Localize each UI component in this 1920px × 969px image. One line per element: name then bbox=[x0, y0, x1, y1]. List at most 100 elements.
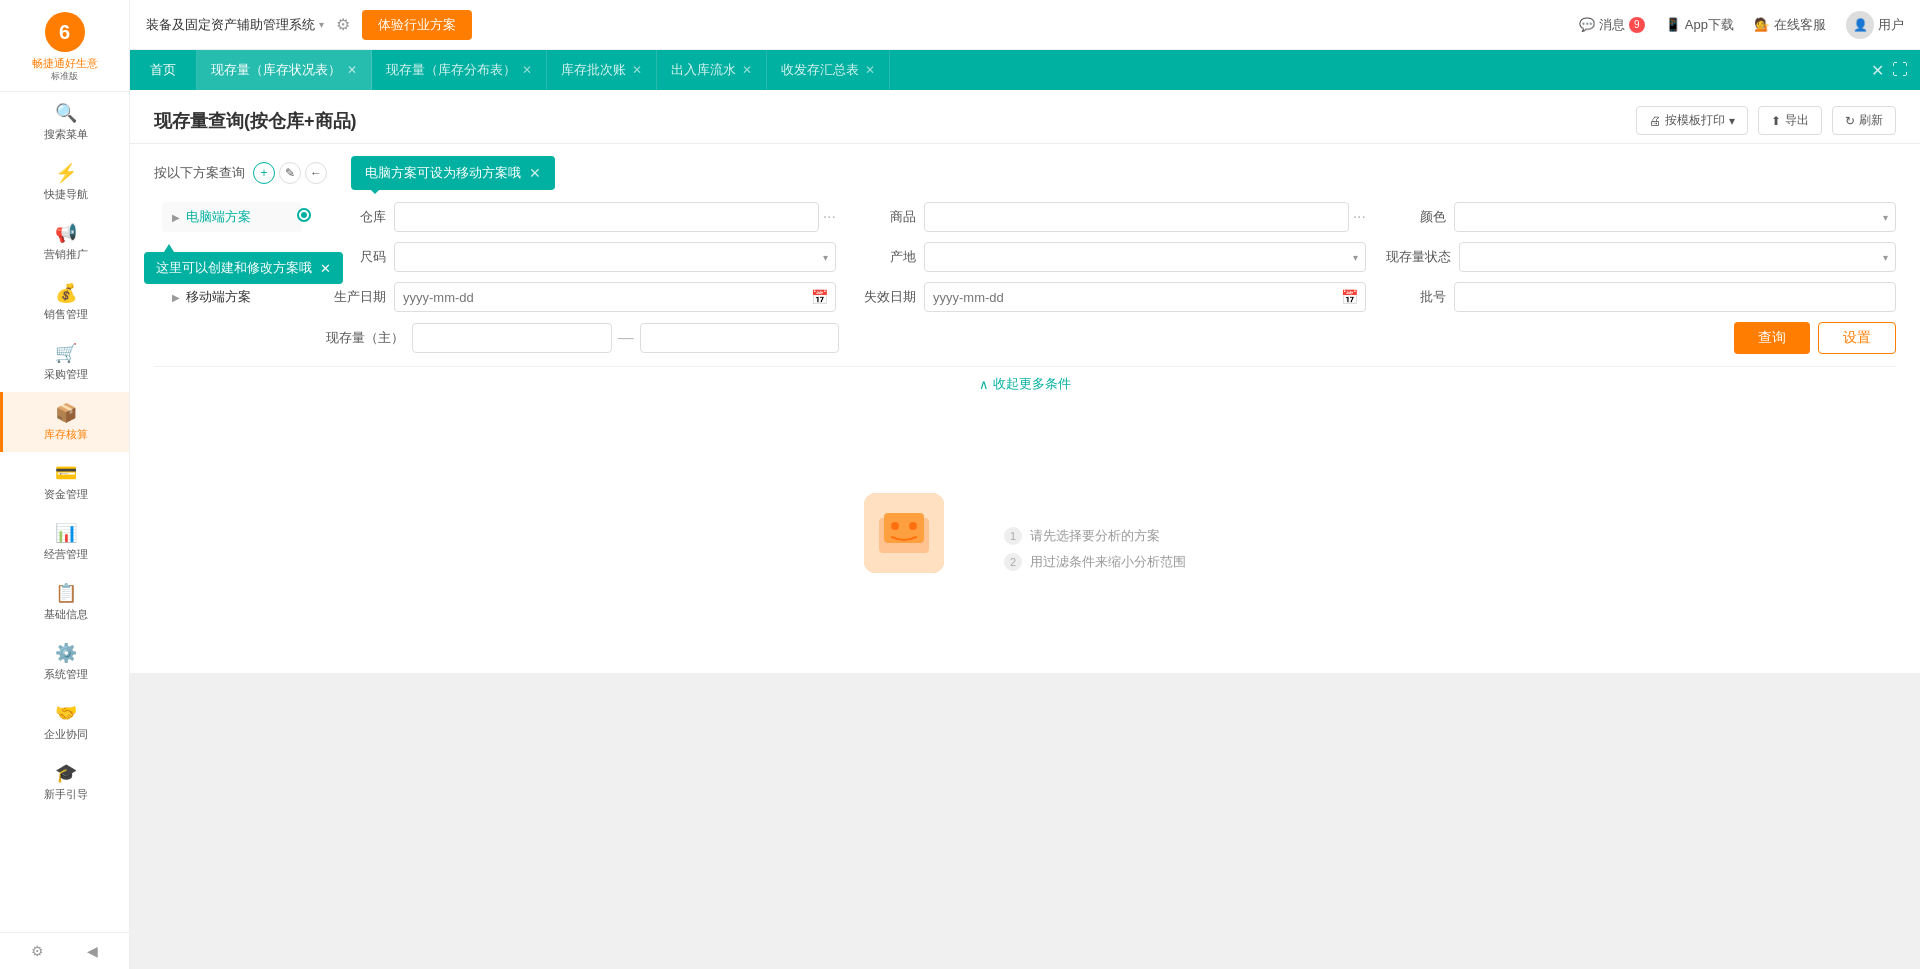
logo-icon: 6 bbox=[45, 12, 85, 52]
sidebar-item-finance[interactable]: 💳 资金管理 bbox=[0, 452, 129, 512]
color-select[interactable] bbox=[1454, 202, 1896, 232]
message-btn[interactable]: 💬 消息 9 bbox=[1579, 16, 1645, 34]
sidebar-item-marketing[interactable]: 📢 营销推广 bbox=[0, 212, 129, 272]
sidebar-item-label: 采购管理 bbox=[44, 367, 88, 382]
field-batch-no: 批号 bbox=[1386, 282, 1896, 312]
collapse-bar[interactable]: ∧ 收起更多条件 bbox=[154, 366, 1896, 401]
tab-inventory-status[interactable]: 现存量（库存状况表） ✕ bbox=[197, 50, 372, 90]
exp-date-input[interactable] bbox=[924, 282, 1366, 312]
edit-tooltip-close-icon[interactable]: ✕ bbox=[320, 261, 331, 276]
scheme-mobile-item[interactable]: ▶ 移动端方案 bbox=[162, 282, 302, 312]
content-area: 现存量查询(按仓库+商品) 🖨 按模板打印 ▾ ⬆ 导出 ↻ 刷新 bbox=[130, 90, 1920, 969]
goods-dots[interactable]: ··· bbox=[1353, 208, 1366, 226]
sidebar-item-label: 库存核算 bbox=[44, 427, 88, 442]
export-btn[interactable]: ⬆ 导出 bbox=[1758, 106, 1822, 135]
inv-status-select[interactable] bbox=[1459, 242, 1896, 272]
back-btn[interactable]: ← bbox=[305, 162, 327, 184]
search-btn[interactable]: 查询 bbox=[1734, 322, 1810, 354]
online-support-btn[interactable]: 💁 在线客服 bbox=[1754, 16, 1826, 34]
topbar-left: 装备及固定资产辅助管理系统 ▾ ⚙ 体验行业方案 bbox=[146, 10, 472, 40]
tab-batch-ledger[interactable]: 库存批次账 ✕ bbox=[547, 50, 657, 90]
refresh-btn[interactable]: ↻ 刷新 bbox=[1832, 106, 1896, 135]
tab-label: 现存量（库存状况表） bbox=[211, 61, 341, 79]
tab-close-icon[interactable]: ✕ bbox=[632, 63, 642, 77]
sidebar-item-system[interactable]: ⚙️ 系统管理 bbox=[0, 632, 129, 692]
trial-btn[interactable]: 体验行业方案 bbox=[362, 10, 472, 40]
add-scheme-btn[interactable]: + bbox=[253, 162, 275, 184]
field-prod-date: 生产日期 📅 bbox=[326, 282, 836, 312]
range-dash: — bbox=[618, 329, 634, 347]
avatar: 👤 bbox=[1846, 11, 1874, 39]
empty-tips: 1 请先选择要分析的方案 2 用过滤条件来缩小分析范围 bbox=[1004, 527, 1186, 579]
sidebar-item-search[interactable]: 🔍 搜索菜单 bbox=[0, 92, 129, 152]
app-download-btn[interactable]: 📱 App下载 bbox=[1665, 16, 1734, 34]
mobile-icon: 📱 bbox=[1665, 17, 1681, 32]
sidebar-item-inventory[interactable]: 📦 库存核算 bbox=[0, 392, 129, 452]
filter-form: 仓库 ··· 商品 ··· bbox=[326, 202, 1896, 354]
purchase-icon: 🛒 bbox=[55, 342, 77, 364]
enterprise-icon: 🤝 bbox=[55, 702, 77, 724]
system-icon: ⚙️ bbox=[55, 642, 77, 664]
tooltip-close-icon[interactable]: ✕ bbox=[529, 165, 541, 181]
prod-date-input[interactable] bbox=[394, 282, 836, 312]
quick-nav-icon: ⚡ bbox=[55, 162, 77, 184]
sidebar-item-purchase[interactable]: 🛒 采购管理 bbox=[0, 332, 129, 392]
calendar-icon[interactable]: 📅 bbox=[811, 289, 828, 305]
online-support-label: 在线客服 bbox=[1774, 16, 1826, 34]
tab-receive-summary[interactable]: 收发存汇总表 ✕ bbox=[767, 50, 890, 90]
sidebar-item-label: 企业协同 bbox=[44, 727, 88, 742]
tab-close-all-icon[interactable]: ✕ bbox=[1871, 61, 1884, 80]
size-select[interactable] bbox=[394, 242, 836, 272]
sidebar-item-basic[interactable]: 📋 基础信息 bbox=[0, 572, 129, 632]
filter-label: 按以下方案查询 bbox=[154, 164, 245, 182]
origin-select[interactable] bbox=[924, 242, 1366, 272]
basic-icon: 📋 bbox=[55, 582, 77, 604]
sidebar-item-quick-nav[interactable]: ⚡ 快捷导航 bbox=[0, 152, 129, 212]
edit-tooltip: 这里可以创建和修改方案哦 ✕ bbox=[144, 252, 343, 284]
print-btn[interactable]: 🖨 按模板打印 ▾ bbox=[1636, 106, 1748, 135]
scheme-pc-item[interactable]: ▶ 电脑端方案 bbox=[162, 202, 302, 232]
chevron-right-icon: ▶ bbox=[172, 292, 180, 303]
tab-close-icon[interactable]: ✕ bbox=[347, 63, 357, 77]
edit-scheme-btn[interactable]: ✎ bbox=[279, 162, 301, 184]
support-icon: 💁 bbox=[1754, 17, 1770, 32]
page-actions: 🖨 按模板打印 ▾ ⬆ 导出 ↻ 刷新 bbox=[1636, 106, 1896, 135]
empty-tip-1: 1 请先选择要分析的方案 bbox=[1004, 527, 1186, 545]
sidebar-item-sales[interactable]: 💰 销售管理 bbox=[0, 272, 129, 332]
batch-no-input[interactable] bbox=[1454, 282, 1896, 312]
tab-maximize-icon[interactable]: ⛶ bbox=[1892, 61, 1908, 79]
svg-point-4 bbox=[909, 522, 917, 530]
calendar-icon[interactable]: 📅 bbox=[1341, 289, 1358, 305]
system-name: 装备及固定资产辅助管理系统 bbox=[146, 16, 315, 34]
page-title: 现存量查询(按仓库+商品) bbox=[154, 109, 357, 133]
tab-inventory-dist[interactable]: 现存量（库存分布表） ✕ bbox=[372, 50, 547, 90]
scheme-tooltip-text: 电脑方案可设为移动方案哦 bbox=[365, 164, 521, 182]
goods-input[interactable] bbox=[924, 202, 1349, 232]
sidebar: 6 畅捷通好生意 标准版 🔍 搜索菜单 ⚡ 快捷导航 📢 营销推广 💰 销售管理… bbox=[0, 0, 130, 969]
sidebar-settings-btn[interactable]: ⚙ bbox=[31, 943, 44, 959]
inv-main-to-input[interactable] bbox=[640, 323, 840, 353]
inv-main-from-input[interactable] bbox=[412, 323, 612, 353]
system-name-dropdown[interactable]: 装备及固定资产辅助管理系统 ▾ bbox=[146, 16, 324, 34]
brand-name: 畅捷通好生意 bbox=[32, 56, 98, 70]
field-exp-date: 失效日期 📅 bbox=[856, 282, 1366, 312]
warehouse-dots[interactable]: ··· bbox=[823, 208, 836, 226]
warehouse-input[interactable] bbox=[394, 202, 819, 232]
sidebar-item-guide[interactable]: 🎓 新手引导 bbox=[0, 752, 129, 812]
sidebar-item-enterprise[interactable]: 🤝 企业协同 bbox=[0, 692, 129, 752]
sidebar-item-operation[interactable]: 📊 经营管理 bbox=[0, 512, 129, 572]
set-btn[interactable]: 设置 bbox=[1818, 322, 1896, 354]
sidebar-item-label: 经营管理 bbox=[44, 547, 88, 562]
main-area: 装备及固定资产辅助管理系统 ▾ ⚙ 体验行业方案 💬 消息 9 📱 App下载 … bbox=[130, 0, 1920, 969]
settings-icon[interactable]: ⚙ bbox=[336, 15, 350, 34]
search-icon: 🔍 bbox=[55, 102, 77, 124]
field-color: 颜色 ▾ bbox=[1386, 202, 1896, 232]
tab-in-out-flow[interactable]: 出入库流水 ✕ bbox=[657, 50, 767, 90]
sidebar-collapse-btn[interactable]: ◀ bbox=[87, 943, 98, 959]
user-menu[interactable]: 👤 用户 bbox=[1846, 11, 1904, 39]
tab-close-icon[interactable]: ✕ bbox=[522, 63, 532, 77]
tab-close-icon[interactable]: ✕ bbox=[742, 63, 752, 77]
tab-home[interactable]: 首页 bbox=[130, 50, 197, 90]
user-label: 用户 bbox=[1878, 16, 1904, 34]
tab-close-icon[interactable]: ✕ bbox=[865, 63, 875, 77]
